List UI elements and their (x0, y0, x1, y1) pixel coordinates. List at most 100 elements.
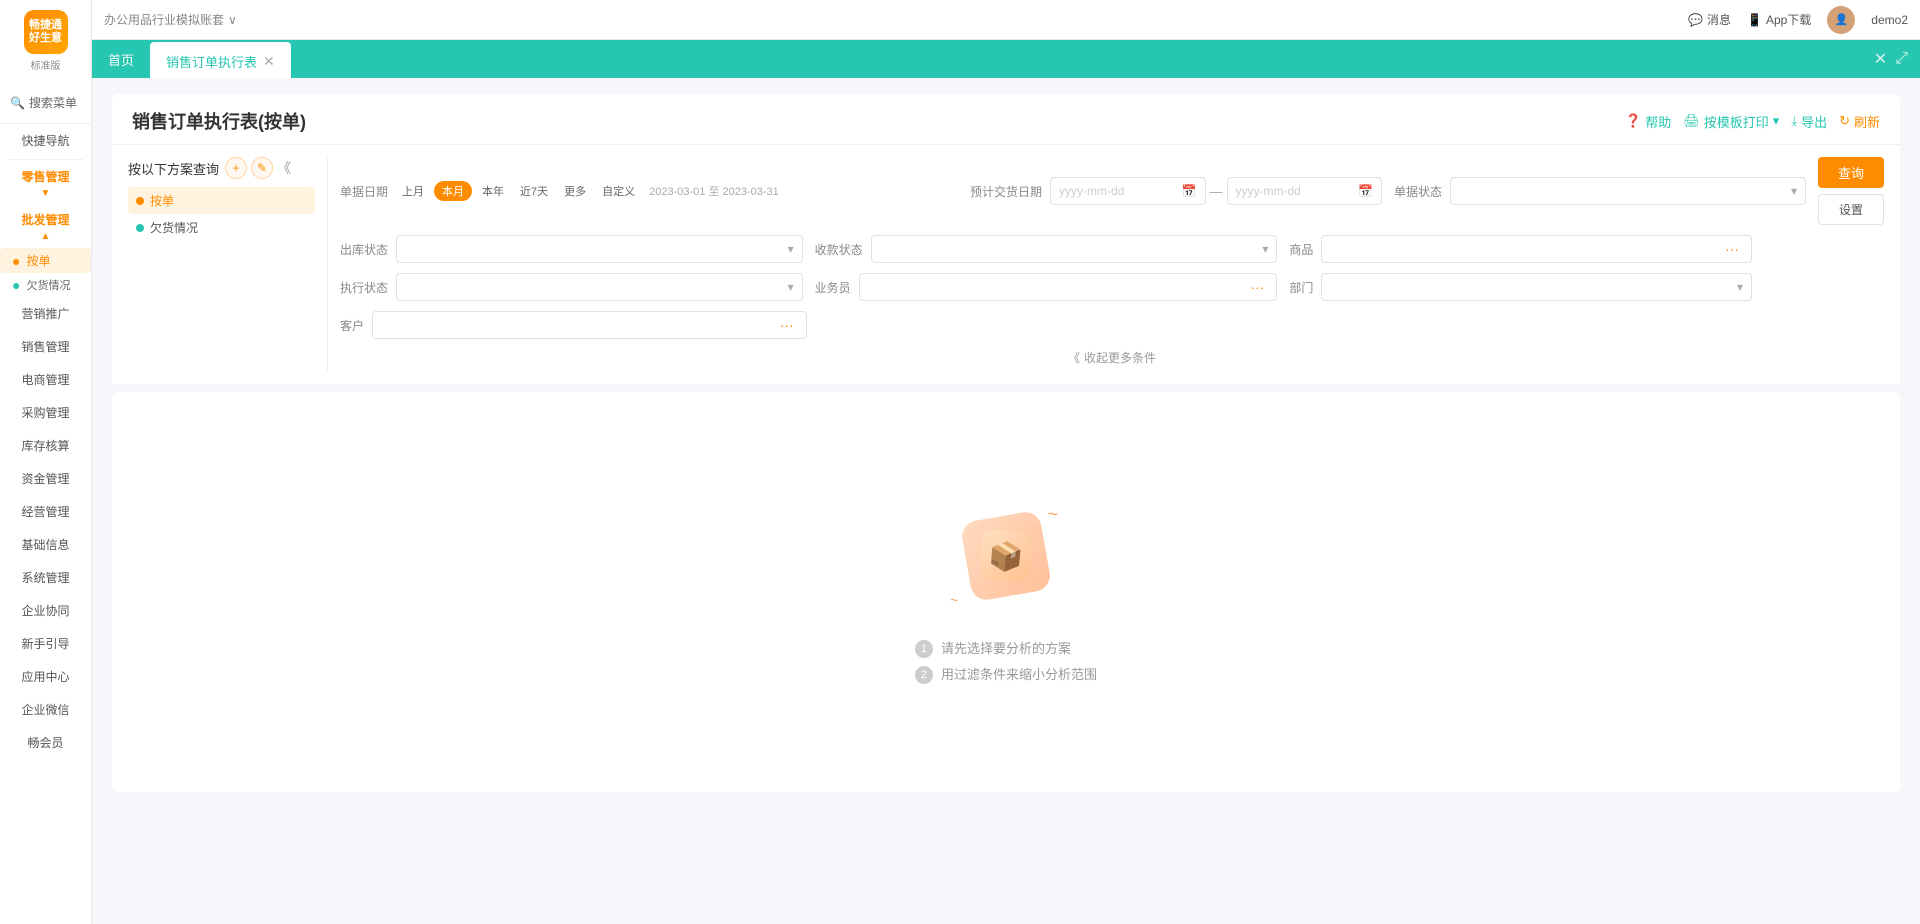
sidebar-item-collab[interactable]: 企业协同 (0, 594, 91, 627)
sidebar-item-member[interactable]: 畅会员 (0, 726, 91, 759)
quick-nav-label: 快捷导航 (21, 132, 69, 149)
filter-field-salesperson: 业务员 ··· (815, 273, 1278, 301)
print-chevron-icon: ▾ (1773, 113, 1780, 129)
breadcrumb-path: 办公用品行业模拟账套 ∨ (104, 11, 237, 28)
scheme-edit-button[interactable]: ✎ (251, 157, 273, 179)
collection-status-chevron: ▾ (1262, 242, 1268, 256)
sub-item-debt[interactable]: ● 欠货情况 (0, 273, 91, 297)
expected-date-label: 预计交货日期 (970, 183, 1042, 200)
step-num-1: 1 (915, 640, 933, 658)
sidebar-item-wechat[interactable]: 企业微信 (0, 693, 91, 726)
sidebar-item-basic[interactable]: 基础信息 (0, 528, 91, 561)
debt-label: 欠货情况 (26, 277, 70, 293)
date-btn-last-month[interactable]: 上月 (396, 181, 430, 201)
appstore-label: 应用中心 (21, 668, 69, 685)
expected-date-start-input[interactable]: yyyy-mm-dd 📅 (1050, 177, 1206, 205)
sidebar-item-sales[interactable]: 销售管理 (0, 330, 91, 363)
search-menu-button[interactable]: 🔍 搜索菜单 (6, 90, 85, 115)
date-range-text: 2023-03-01 至 2023-03-31 (649, 183, 779, 199)
sidebar-item-system[interactable]: 系统管理 (0, 561, 91, 594)
sidebar-item-ecommerce[interactable]: 电商管理 (0, 363, 91, 396)
message-button[interactable]: 💬 消息 (1688, 11, 1731, 28)
date-btn-more[interactable]: 更多 (558, 181, 592, 201)
tab-close-window-button[interactable]: ✕ (1874, 49, 1887, 69)
date-btn-current-month[interactable]: 本月 (434, 181, 472, 201)
wholesale-arrow: ▲ (41, 231, 51, 242)
customer-ellipsis-icon: ··· (776, 317, 798, 333)
doc-status-select[interactable]: ▾ (1450, 177, 1806, 205)
help-icon: ❓ (1625, 113, 1641, 129)
scheme-item-press-order[interactable]: 按单 (128, 187, 315, 214)
filter-row-1: 单据日期 上月 本月 本年 近7天 更多 自定义 2023-03-01 至 20… (340, 157, 1884, 225)
sidebar-item-guide[interactable]: 新手引导 (0, 627, 91, 660)
wholesale-label: 批发管理 (21, 211, 69, 228)
sidebar-item-quick-nav[interactable]: 快捷导航 (0, 124, 91, 157)
collection-status-label: 收款状态 (815, 241, 863, 258)
sidebar-search[interactable]: 🔍 搜索菜单 (0, 82, 91, 124)
press-order-icon: ● (12, 253, 20, 269)
sidebar-item-marketing[interactable]: 营销推广 (0, 297, 91, 330)
sidebar-item-wholesale[interactable]: 批发管理 ▲ (0, 205, 91, 248)
sidebar: 畅捷通好生意 标准版 🔍 搜索菜单 快捷导航 零售管理 ▼ 批发管理 ▲ ● 按… (0, 0, 92, 924)
filter-field-expected-date: 预计交货日期 yyyy-mm-dd 📅 — yyyy-mm-dd 📅 (970, 177, 1382, 205)
tab-sales-order[interactable]: 销售订单执行表 ✕ (150, 42, 291, 80)
out-status-select[interactable]: ▾ (396, 235, 803, 263)
sidebar-item-purchase[interactable]: 采购管理 (0, 396, 91, 429)
username[interactable]: demo2 (1871, 13, 1908, 27)
content-area: 销售订单执行表(按单) ❓ 帮助 🖨 按模板打印 ▾ ⤓ 导出 (92, 78, 1920, 924)
salesperson-input[interactable]: ··· (859, 273, 1278, 301)
customer-input[interactable]: ··· (372, 311, 807, 339)
date-separator: — (1210, 184, 1223, 199)
tab-home[interactable]: 首页 (92, 40, 150, 78)
empty-state: 📦 ~ ~ 1 请先选择要分析的方案 2 用过滤条件来缩小分析范围 (895, 416, 1117, 768)
scheme-collapse-button[interactable]: 《 (277, 157, 291, 179)
sidebar-item-appstore[interactable]: 应用中心 (0, 660, 91, 693)
app-logo[interactable]: 畅捷通好生意 标准版 (0, 0, 91, 82)
topbar-right: 💬 消息 📱 App下载 👤 demo2 (1688, 6, 1908, 34)
scheme-dot (136, 197, 144, 205)
expected-date-end-input[interactable]: yyyy-mm-dd 📅 (1227, 177, 1383, 205)
scheme-item-debt[interactable]: 欠货情况 (128, 214, 315, 241)
scheme-add-button[interactable]: + (225, 157, 247, 179)
filter-panel: 按以下方案查询 + ✎ 《 按单 欠货情况 (112, 144, 1900, 384)
retail-label: 零售管理 (21, 168, 69, 185)
filter-field-customer: 客户 ··· (340, 311, 807, 339)
sidebar-item-operation[interactable]: 经营管理 (0, 495, 91, 528)
exec-status-select[interactable]: ▾ (396, 273, 803, 301)
sidebar-item-retail[interactable]: 零售管理 ▼ (0, 162, 91, 205)
query-button[interactable]: 查询 (1818, 157, 1884, 188)
avatar[interactable]: 👤 (1827, 6, 1855, 34)
sidebar-item-finance[interactable]: 资金管理 (0, 462, 91, 495)
date-btn-custom[interactable]: 自定义 (596, 181, 641, 201)
sidebar-item-inventory[interactable]: 库存核算 (0, 429, 91, 462)
doc-status-chevron: ▾ (1791, 184, 1797, 198)
exec-status-chevron: ▾ (788, 280, 794, 294)
tab-expand-button[interactable]: ⤢ (1895, 50, 1908, 68)
date-btn-current-year[interactable]: 本年 (476, 181, 510, 201)
avatar-image: 👤 (1834, 13, 1848, 26)
tab-home-label: 首页 (108, 50, 134, 69)
export-button[interactable]: ⤓ 导出 (1791, 112, 1827, 131)
collapse-button[interactable]: 《 收起更多条件 (340, 343, 1884, 372)
sub-item-press-order[interactable]: ● 按单 (0, 248, 91, 273)
page-header: 销售订单执行表(按单) ❓ 帮助 🖨 按模板打印 ▾ ⤓ 导出 (112, 94, 1900, 144)
goods-select[interactable]: ··· (1321, 235, 1752, 263)
help-button[interactable]: ❓ 帮助 (1625, 112, 1671, 131)
tab-sales-order-label: 销售订单执行表 (166, 52, 257, 71)
app-download-button[interactable]: 📱 App下载 (1747, 11, 1811, 28)
settings-button[interactable]: 设置 (1818, 194, 1884, 225)
tab-close-icon[interactable]: ✕ (263, 54, 275, 68)
print-button[interactable]: 🖨 按模板打印 ▾ (1683, 112, 1779, 131)
collection-status-select[interactable]: ▾ (871, 235, 1278, 263)
exec-status-label: 执行状态 (340, 279, 388, 296)
dept-select[interactable]: ▾ (1321, 273, 1752, 301)
divider (8, 159, 83, 160)
refresh-button[interactable]: ↻ 刷新 (1839, 112, 1880, 131)
purchase-label: 采购管理 (21, 404, 69, 421)
empty-illustration: 📦 ~ ~ (946, 496, 1066, 616)
date-btn-7days[interactable]: 近7天 (514, 181, 554, 201)
filter-field-exec-status: 执行状态 ▾ (340, 273, 803, 301)
filter-field-collection-status: 收款状态 ▾ (815, 235, 1278, 263)
marketing-label: 营销推广 (21, 305, 69, 322)
print-icon: 🖨 (1683, 113, 1700, 129)
